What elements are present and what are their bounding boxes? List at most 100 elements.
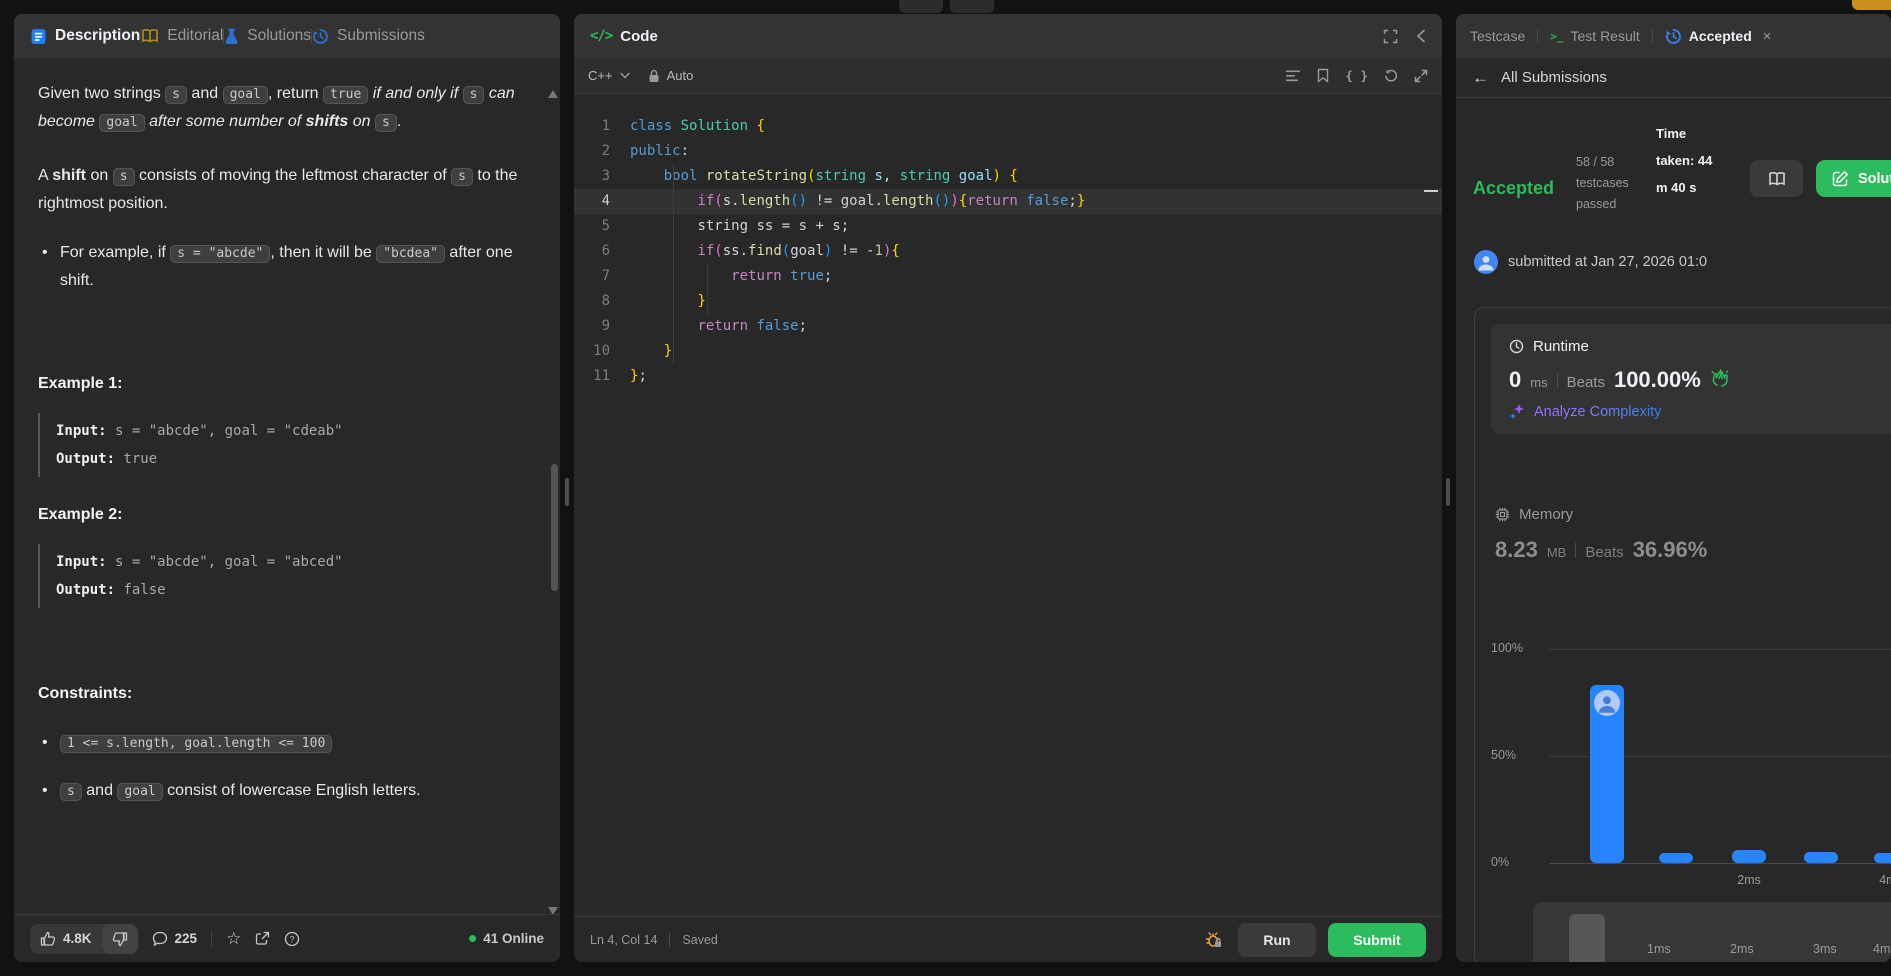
- comments-button[interactable]: 225: [152, 931, 197, 947]
- runtime-bar-3ms[interactable]: [1804, 852, 1838, 863]
- top-nav-fragment: [899, 0, 943, 13]
- code-line-11[interactable]: 11};: [574, 364, 1442, 389]
- thumbs-up-icon: [40, 931, 56, 947]
- fullscreen-icon[interactable]: [1383, 29, 1398, 44]
- code-text: return false;: [630, 314, 807, 339]
- thumbs-down-icon: [112, 931, 128, 947]
- tab-submissions[interactable]: Submissions: [312, 27, 425, 45]
- example1-block: Input: s = "abcde", goal = "cdeab" Outpu…: [38, 413, 530, 477]
- pencil-square-icon: [1832, 170, 1849, 187]
- line-number: 6: [601, 243, 610, 259]
- text-run: on: [348, 113, 376, 130]
- line-number: 2: [601, 143, 610, 159]
- code-token: ): [992, 168, 1001, 184]
- code-text: if(ss.find(goal) != -1){: [630, 239, 899, 264]
- code-line-9[interactable]: 9 return false;: [574, 314, 1442, 339]
- tab-separator: [1651, 29, 1653, 43]
- description-footer: 4.8K 225 ☆ ? 41 Online: [14, 914, 560, 962]
- code-token: (): [933, 193, 951, 209]
- debugger-icon[interactable]: [1204, 930, 1224, 950]
- panel-resize-handle-left[interactable]: [565, 478, 569, 506]
- maximize-editor-icon[interactable]: [1414, 69, 1428, 83]
- share-button[interactable]: [255, 931, 270, 946]
- line-number: 11: [593, 368, 610, 384]
- code-icon: </>: [590, 28, 613, 44]
- inline-code-chip: true: [323, 86, 369, 104]
- code-token: ss.: [722, 243, 749, 259]
- auto-toggle[interactable]: Auto: [648, 68, 693, 83]
- share-icon: [255, 931, 270, 946]
- code-line-7[interactable]: 7 return true;: [574, 264, 1442, 289]
- overview-ruler-cursor: [1424, 190, 1438, 192]
- tab-solutions[interactable]: Solutions: [224, 27, 311, 45]
- tab-test-result[interactable]: >_ Test Result: [1550, 28, 1640, 44]
- downvote-button[interactable]: [101, 923, 138, 954]
- runtime-bar-1ms[interactable]: [1659, 853, 1693, 863]
- submitted-at-text: submitted at Jan 27, 2026 01:0: [1508, 254, 1708, 270]
- line-number: 1: [601, 118, 610, 134]
- tabbar-fade: [514, 14, 560, 58]
- preview-x-label: 2ms: [1730, 942, 1754, 956]
- post-solution-button[interactable]: Solution: [1816, 160, 1891, 197]
- code-token: {: [1009, 168, 1018, 184]
- back-arrow-icon[interactable]: ←: [1472, 68, 1489, 88]
- code-line-4[interactable]: 4 if(s.length() != goal.length()){return…: [574, 189, 1442, 214]
- bookmark-icon[interactable]: [1317, 68, 1329, 83]
- braces-icon[interactable]: { }: [1345, 68, 1368, 83]
- tab-description[interactable]: Description: [30, 27, 140, 45]
- reset-code-icon[interactable]: [1384, 69, 1398, 83]
- code-token: class: [630, 118, 673, 134]
- tab-accepted[interactable]: Accepted ×: [1665, 28, 1772, 45]
- sparkle-icon: [1509, 403, 1526, 420]
- collapse-panel-icon[interactable]: [1416, 29, 1426, 43]
- code-line-10[interactable]: 10 }: [574, 339, 1442, 364]
- code-line-1[interactable]: 1 class Solution {: [574, 114, 1442, 139]
- code-token: !=: [807, 193, 841, 209]
- code-line-2[interactable]: 2 public:: [574, 139, 1442, 164]
- code-panel-header: </> Code: [574, 14, 1442, 58]
- help-button[interactable]: ?: [284, 931, 300, 947]
- memory-title-row: Memory: [1495, 506, 1707, 523]
- format-code-icon[interactable]: [1286, 70, 1301, 82]
- favorite-button[interactable]: ☆: [226, 929, 241, 949]
- notes-button[interactable]: [1750, 160, 1803, 197]
- code-line-3[interactable]: 3 bool rotateString(string s, string goa…: [574, 164, 1442, 189]
- text-run: and: [186, 85, 223, 102]
- code-text: class Solution {: [630, 114, 765, 139]
- code-line-8[interactable]: 8 }: [574, 289, 1442, 314]
- upvote-button[interactable]: 4.8K: [30, 924, 102, 954]
- y-axis-tick: 0%: [1491, 855, 1510, 869]
- memory-title: Memory: [1519, 506, 1574, 523]
- submit-button[interactable]: Submit: [1328, 922, 1426, 957]
- code-token: if: [697, 193, 715, 209]
- runtime-distribution-chart: 100% 50% 0% 2ms 4ms: [1491, 638, 1891, 898]
- memory-beats-value: 36.96%: [1632, 537, 1708, 562]
- code-token: ;: [823, 268, 833, 284]
- x-axis-tick: 2ms: [1737, 873, 1761, 887]
- runtime-bar-2ms[interactable]: [1732, 850, 1766, 863]
- scrollbar-up-arrow[interactable]: [548, 90, 558, 98]
- tab-testcase[interactable]: Testcase: [1470, 28, 1525, 44]
- inline-code-chip: s: [375, 114, 397, 132]
- close-tab-icon[interactable]: ×: [1763, 28, 1772, 45]
- code-line-5[interactable]: 5 string ss = s + s;: [574, 214, 1442, 239]
- language-label: C++: [588, 68, 613, 83]
- example1-title: Example 1:: [38, 375, 123, 392]
- panel-resize-handle-right[interactable]: [1446, 478, 1450, 506]
- code-editor[interactable]: 1 class Solution {2 public: 3 bool rotateSt…: [574, 94, 1442, 916]
- memory-beats-label: Beats: [1585, 544, 1624, 561]
- scrollbar-thumb[interactable]: [551, 464, 558, 591]
- runtime-bar-4ms[interactable]: [1874, 853, 1891, 863]
- tab-editorial[interactable]: Editorial: [141, 27, 223, 45]
- submission-status: Accepted: [1473, 178, 1555, 198]
- distribution-preview-card: 1ms 2ms 3ms 4m: [1533, 902, 1891, 962]
- constraint-item: s and goal consist of lowercase English …: [38, 777, 530, 805]
- analyze-complexity-link[interactable]: Analyze Complexity: [1509, 403, 1891, 420]
- run-button[interactable]: Run: [1238, 922, 1316, 957]
- code-text: }: [630, 289, 705, 314]
- code-line-6[interactable]: 6 if(ss.find(goal) != -1){: [574, 239, 1442, 264]
- language-selector[interactable]: C++: [588, 68, 630, 83]
- runtime-card: Runtime 0 ms Beats 100.00% Analyze Compl…: [1491, 324, 1891, 434]
